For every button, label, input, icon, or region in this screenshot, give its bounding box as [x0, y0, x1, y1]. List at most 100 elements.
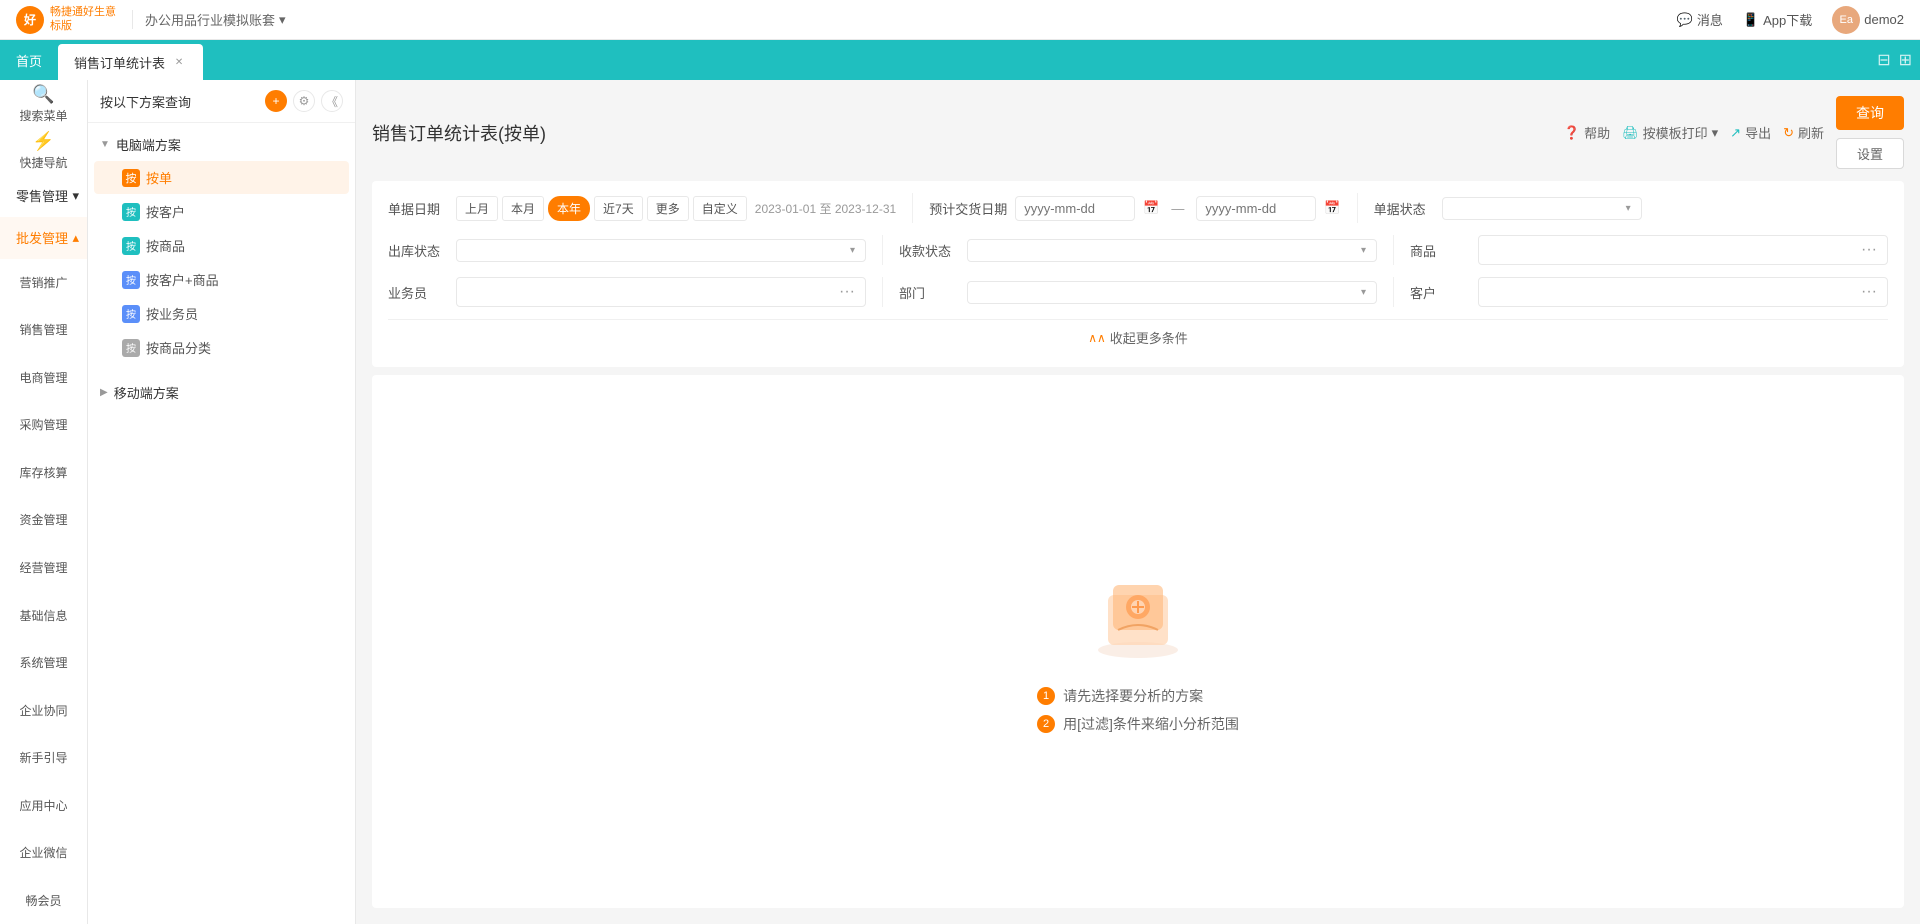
query-btn[interactable]: 查询 — [1836, 96, 1904, 130]
tab-expand-icon[interactable]: ⊞ — [1899, 50, 1912, 70]
template-print-btn[interactable]: 🖨 按模板打印 ▾ — [1622, 123, 1718, 142]
tree-child-by-customer[interactable]: 按 按客户 — [94, 195, 349, 228]
phone-icon: 📱 — [1743, 12, 1759, 28]
customer-more-btn[interactable]: ··· — [1861, 283, 1877, 301]
tip-2-num: 2 — [1037, 715, 1055, 733]
tab-home[interactable]: 首页 — [0, 40, 58, 80]
tip-2-text: 用[过滤]条件来缩小分析范围 — [1063, 714, 1239, 734]
ship-select-arrow-icon: ▾ — [850, 245, 855, 256]
logo-icon: 好 — [16, 6, 44, 34]
sidebar-item-ecom-mgmt[interactable]: 电商管理 — [0, 354, 87, 402]
tab-minimize-icon[interactable]: ⊟ — [1877, 50, 1890, 70]
sidebar-item-basic-info[interactable]: 基础信息 — [0, 591, 87, 639]
goods-select[interactable]: ··· — [1478, 235, 1888, 265]
date-btn-this-year[interactable]: 本年 — [548, 196, 590, 221]
tree-child-by-salesperson[interactable]: 按 按业务员 — [94, 297, 349, 330]
tree-child-by-order[interactable]: 按 按单 — [94, 161, 349, 194]
top-bar-left: 好 畅捷通好生意 标版 办公用品行业模拟账套 ▾ — [16, 6, 286, 34]
tab-sales-stat[interactable]: 销售订单统计表 ✕ — [58, 44, 203, 80]
right-panel: 销售订单统计表(按单) ❓ 帮助 🖨 按模板打印 ▾ ↗ 导出 — [356, 80, 1920, 924]
search-icon: 🔍 — [32, 84, 54, 105]
tab-close-icon[interactable]: ✕ — [171, 54, 187, 70]
refresh-btn[interactable]: ↻ 刷新 — [1783, 123, 1824, 142]
quick-nav-icon: ⚡ — [32, 131, 54, 152]
by-goods-icon: 按 — [122, 237, 140, 255]
left-panel: 按以下方案查询 + ⚙ 《 ▼ 电脑端方案 按 按单 按 按客户 — [88, 80, 356, 924]
filter-divider-3 — [882, 235, 883, 265]
tree-section-mobile: ▶ 移动端方案 — [88, 371, 355, 414]
customer-select[interactable]: ··· — [1478, 277, 1888, 307]
date-btn-custom[interactable]: 自定义 — [693, 196, 747, 221]
sidebar-item-finance-mgmt[interactable]: 资金管理 — [0, 496, 87, 544]
ship-status-select[interactable]: ▾ — [456, 239, 866, 262]
expected-date-start[interactable] — [1015, 196, 1135, 221]
collapse-bar[interactable]: ∧∧ 收起更多条件 — [388, 319, 1888, 355]
receipt-status-label: 收款状态 — [899, 241, 959, 260]
salesperson-label: 业务员 — [388, 283, 448, 302]
sidebar-item-retail-mgmt[interactable]: 零售管理 ▾ — [0, 175, 87, 217]
expected-date-end[interactable] — [1196, 196, 1316, 221]
tree-child-by-goods[interactable]: 按 按商品 — [94, 229, 349, 262]
user-avatar[interactable]: Ea demo2 — [1832, 6, 1904, 34]
filter-divider-4 — [1393, 235, 1394, 265]
receipt-select-arrow-icon: ▾ — [1361, 245, 1366, 256]
logo-text: 畅捷通好生意 标版 — [50, 6, 116, 32]
sidebar-item-member[interactable]: 畅会员 — [0, 876, 87, 924]
date-btn-last-7[interactable]: 近7天 — [594, 196, 643, 221]
setting-btn[interactable]: 设置 — [1836, 138, 1904, 169]
sidebar-item-marketing[interactable]: 营销推广 — [0, 259, 87, 307]
filter-ship-status: 出库状态 ▾ — [388, 239, 866, 262]
by-goods-cat-icon: 按 — [122, 339, 140, 357]
print-icon: 🖨 — [1622, 125, 1639, 141]
app-download-btn[interactable]: 📱 App下载 — [1743, 10, 1812, 29]
tree-parent-mobile[interactable]: ▶ 移动端方案 — [88, 377, 355, 408]
sidebar-item-app-center[interactable]: 应用中心 — [0, 781, 87, 829]
top-bar-right: 💬 消息 📱 App下载 Ea demo2 — [1677, 6, 1904, 34]
sidebar-item-purchase-mgmt[interactable]: 采购管理 — [0, 401, 87, 449]
salesperson-select[interactable]: ··· — [456, 277, 866, 307]
filter-date: 单据日期 上月 本月 本年 近7天 更多 自定义 2023-01-01 至 20… — [388, 196, 896, 221]
setting-scheme-btn[interactable]: ⚙ — [293, 90, 315, 112]
logo-area[interactable]: 好 畅捷通好生意 标版 — [16, 6, 116, 34]
by-cust-goods-icon: 按 — [122, 271, 140, 289]
sidebar-item-enterprise-wechat[interactable]: 企业微信 — [0, 829, 87, 877]
sidebar-item-quick-nav[interactable]: ⚡ 快捷导航 — [0, 128, 87, 176]
wholesale-arrow-icon: ▴ — [72, 230, 79, 246]
sidebar-item-sys-mgmt[interactable]: 系统管理 — [0, 639, 87, 687]
date-btn-more[interactable]: 更多 — [647, 196, 689, 221]
dept-select[interactable]: ▾ — [967, 281, 1377, 304]
date-btn-last-month[interactable]: 上月 — [456, 196, 498, 221]
date-label: 单据日期 — [388, 199, 448, 218]
empty-tip-2: 2 用[过滤]条件来缩小分析范围 — [1037, 714, 1239, 734]
sidebar-item-inventory[interactable]: 库存核算 — [0, 449, 87, 497]
date-cal-start-icon[interactable]: 📅 — [1143, 200, 1159, 216]
collapse-panel-btn[interactable]: 《 — [321, 90, 343, 112]
help-btn[interactable]: ❓ 帮助 — [1564, 123, 1610, 142]
date-cal-end-icon[interactable]: 📅 — [1324, 200, 1340, 216]
tree-parent-label: 电脑端方案 — [116, 135, 181, 154]
filter-expected-date: 预计交货日期 📅 — 📅 — [929, 196, 1340, 221]
tree-child-by-goods-cat[interactable]: 按 按商品分类 — [94, 331, 349, 364]
status-select[interactable]: ▾ — [1442, 197, 1642, 220]
tree-child-by-cust-goods[interactable]: 按 按客户+商品 — [94, 263, 349, 296]
add-scheme-btn[interactable]: + — [265, 90, 287, 112]
sidebar-item-sales-mgmt[interactable]: 销售管理 — [0, 306, 87, 354]
tree-parent-desktop[interactable]: ▼ 电脑端方案 — [88, 129, 355, 160]
filter-row-3: 业务员 ··· 部门 ▾ — [388, 277, 1888, 307]
sidebar-item-new-guide[interactable]: 新手引导 — [0, 734, 87, 782]
dropdown-arrow-icon[interactable]: ▾ — [279, 12, 286, 28]
header-actions: ❓ 帮助 🖨 按模板打印 ▾ ↗ 导出 ↻ 刷新 — [1564, 96, 1904, 169]
goods-more-btn[interactable]: ··· — [1861, 241, 1877, 259]
empty-state: 1 请先选择要分析的方案 2 用[过滤]条件来缩小分析范围 — [372, 375, 1904, 908]
sidebar-item-ops-mgmt[interactable]: 经营管理 — [0, 544, 87, 592]
customer-label: 客户 — [1410, 283, 1470, 302]
sidebar-item-enterprise-collab[interactable]: 企业协同 — [0, 686, 87, 734]
filter-customer: 客户 ··· — [1410, 277, 1888, 307]
export-btn[interactable]: ↗ 导出 — [1730, 123, 1771, 142]
sidebar-item-wholesale-mgmt[interactable]: 批发管理 ▴ — [0, 217, 87, 259]
receipt-status-select[interactable]: ▾ — [967, 239, 1377, 262]
sidebar-item-search-menu[interactable]: 🔍 搜索菜单 — [0, 80, 87, 128]
date-btn-this-month[interactable]: 本月 — [502, 196, 544, 221]
message-btn[interactable]: 💬 消息 — [1677, 10, 1723, 29]
salesperson-more-btn[interactable]: ··· — [839, 283, 855, 301]
